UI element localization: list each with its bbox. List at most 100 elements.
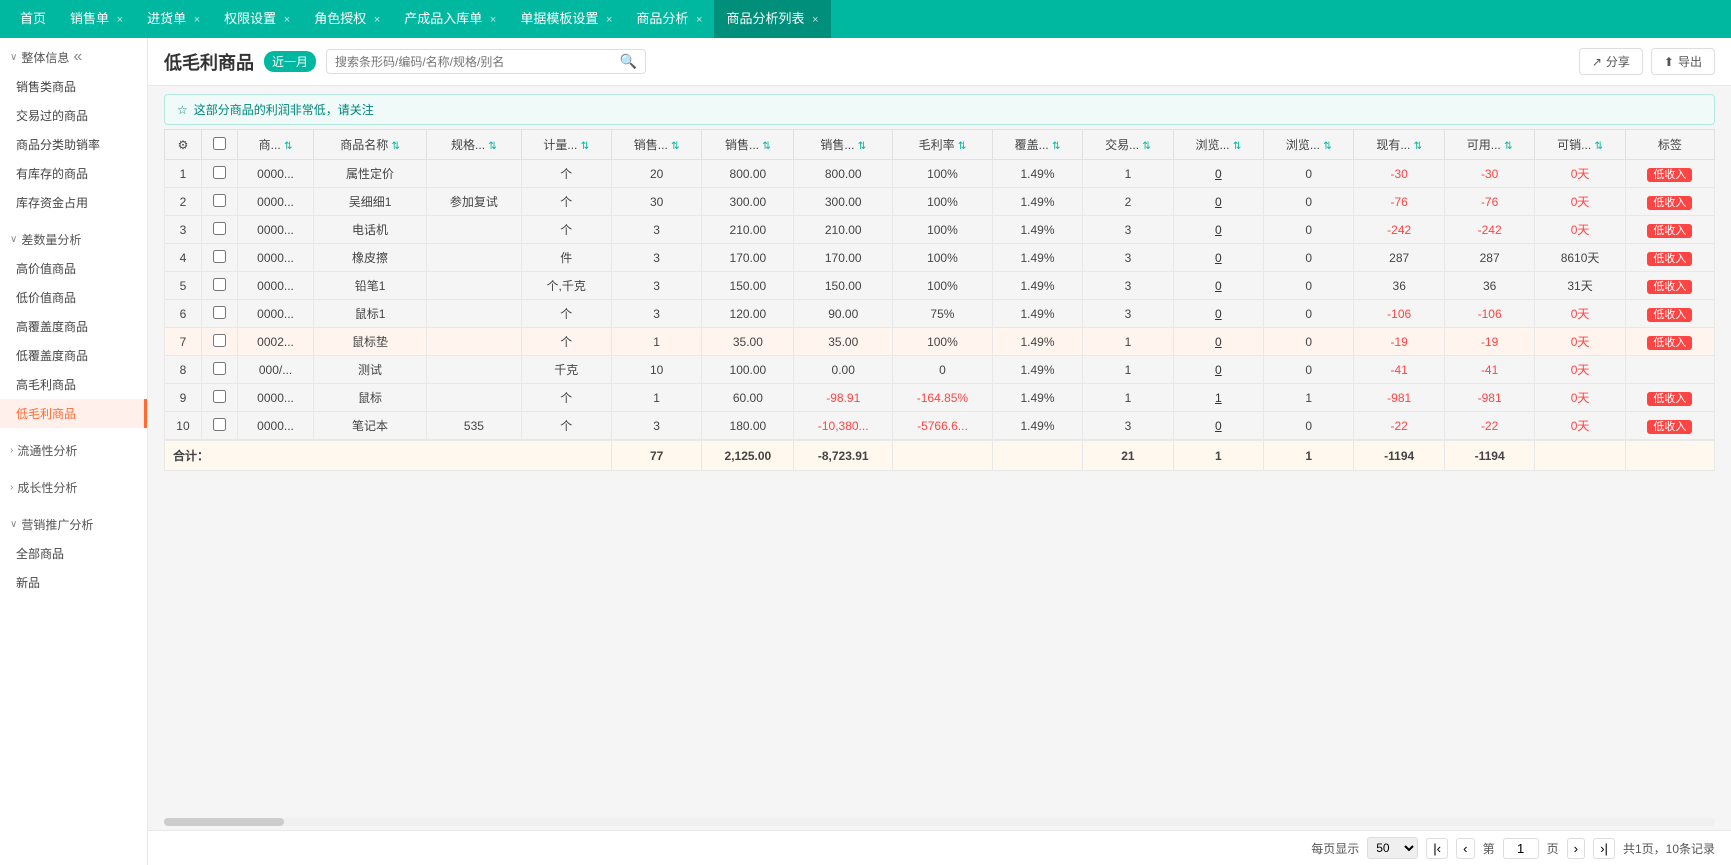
sidebar-group-title-circulation[interactable]: › 流通性分析 bbox=[0, 436, 147, 465]
row-checkbox[interactable] bbox=[201, 216, 237, 244]
last-page-button[interactable]: ›| bbox=[1593, 838, 1615, 859]
col-unit[interactable]: 计量... ⇅ bbox=[521, 130, 611, 160]
views1-link[interactable]: 0 bbox=[1215, 167, 1222, 181]
sidebar-item-high-profit[interactable]: 高毛利商品 bbox=[0, 370, 147, 399]
row-select-checkbox[interactable] bbox=[213, 166, 226, 179]
sidebar-group-title-growth[interactable]: › 成长性分析 bbox=[0, 473, 147, 502]
sidebar-item-category-rate[interactable]: 商品分类助销率 bbox=[0, 130, 147, 159]
nav-permission[interactable]: 权限设置 × bbox=[212, 0, 302, 38]
views1-link[interactable]: 0 bbox=[1215, 335, 1222, 349]
nav-home[interactable]: 首页 bbox=[8, 0, 58, 38]
sidebar-group-title-marketing[interactable]: ∨ 营销推广分析 bbox=[0, 510, 147, 539]
row-select-checkbox[interactable] bbox=[213, 362, 226, 375]
sidebar-item-all-goods[interactable]: 全部商品 bbox=[0, 539, 147, 568]
per-page-select[interactable]: 50 100 200 bbox=[1367, 837, 1418, 859]
close-purchase-icon[interactable]: × bbox=[194, 14, 200, 26]
select-all-checkbox[interactable] bbox=[213, 137, 226, 150]
col-views2[interactable]: 浏览... ⇅ bbox=[1264, 130, 1354, 160]
share-button[interactable]: ↗ 分享 bbox=[1579, 48, 1643, 75]
sidebar-item-low-profit[interactable]: 低毛利商品 bbox=[0, 399, 147, 428]
row-views1[interactable]: 0 bbox=[1173, 188, 1263, 216]
close-permission-icon[interactable]: × bbox=[284, 14, 290, 26]
row-checkbox[interactable] bbox=[201, 244, 237, 272]
views1-link[interactable]: 0 bbox=[1215, 363, 1222, 377]
row-select-checkbox[interactable] bbox=[213, 222, 226, 235]
views1-link[interactable]: 0 bbox=[1215, 195, 1222, 209]
close-goods-analysis-list-icon[interactable]: × bbox=[812, 14, 818, 26]
first-page-button[interactable]: |‹ bbox=[1426, 838, 1448, 859]
date-range-badge[interactable]: 近一月 bbox=[264, 51, 316, 72]
row-select-checkbox[interactable] bbox=[213, 194, 226, 207]
sidebar-item-high-coverage[interactable]: 高覆盖度商品 bbox=[0, 312, 147, 341]
row-views1[interactable]: 0 bbox=[1173, 216, 1263, 244]
col-coverage[interactable]: 覆盖... ⇅ bbox=[992, 130, 1082, 160]
col-code[interactable]: 商... ⇅ bbox=[238, 130, 314, 160]
views1-link[interactable]: 0 bbox=[1215, 419, 1222, 433]
nav-template[interactable]: 单据模板设置 × bbox=[508, 0, 624, 38]
nav-product-entry[interactable]: 产成品入库单 × bbox=[392, 0, 508, 38]
col-current[interactable]: 现有... ⇅ bbox=[1354, 130, 1444, 160]
sidebar-item-low-value[interactable]: 低价值商品 bbox=[0, 283, 147, 312]
row-checkbox[interactable] bbox=[201, 356, 237, 384]
next-page-button[interactable]: › bbox=[1567, 838, 1585, 859]
row-views1[interactable]: 0 bbox=[1173, 244, 1263, 272]
col-spec[interactable]: 规格... ⇅ bbox=[427, 130, 521, 160]
row-select-checkbox[interactable] bbox=[213, 250, 226, 263]
col-transactions[interactable]: 交易... ⇅ bbox=[1083, 130, 1173, 160]
row-select-checkbox[interactable] bbox=[213, 334, 226, 347]
col-sellable[interactable]: 可销... ⇅ bbox=[1535, 130, 1625, 160]
horizontal-scrollbar-thumb[interactable] bbox=[164, 818, 284, 826]
col-name[interactable]: 商品名称 ⇅ bbox=[313, 130, 427, 160]
sidebar-item-high-value[interactable]: 高价值商品 bbox=[0, 254, 147, 283]
row-select-checkbox[interactable] bbox=[213, 278, 226, 291]
search-icon[interactable]: 🔍 bbox=[620, 53, 637, 70]
views1-link[interactable]: 0 bbox=[1215, 223, 1222, 237]
row-views1[interactable]: 1 bbox=[1173, 384, 1263, 412]
row-checkbox[interactable] bbox=[201, 384, 237, 412]
sidebar-item-inventory-capital[interactable]: 库存资金占用 bbox=[0, 188, 147, 217]
sidebar-item-low-coverage[interactable]: 低覆盖度商品 bbox=[0, 341, 147, 370]
nav-role[interactable]: 角色授权 × bbox=[302, 0, 392, 38]
nav-goods-analysis[interactable]: 商品分析 × bbox=[624, 0, 714, 38]
close-sales-icon[interactable]: × bbox=[117, 14, 123, 26]
sidebar-group-title-overview[interactable]: ∨ 整体信息 « bbox=[0, 42, 147, 72]
row-views1[interactable]: 0 bbox=[1173, 412, 1263, 441]
nav-sales[interactable]: 销售单 × bbox=[58, 0, 135, 38]
close-goods-analysis-icon[interactable]: × bbox=[696, 14, 702, 26]
row-checkbox[interactable] bbox=[201, 272, 237, 300]
search-input[interactable] bbox=[335, 55, 620, 69]
sidebar-item-in-stock[interactable]: 有库存的商品 bbox=[0, 159, 147, 188]
row-checkbox[interactable] bbox=[201, 160, 237, 188]
col-views1[interactable]: 浏览... ⇅ bbox=[1173, 130, 1263, 160]
row-checkbox[interactable] bbox=[201, 300, 237, 328]
views1-link[interactable]: 0 bbox=[1215, 307, 1222, 321]
row-views1[interactable]: 0 bbox=[1173, 300, 1263, 328]
nav-purchase[interactable]: 进货单 × bbox=[135, 0, 212, 38]
prev-page-button[interactable]: ‹ bbox=[1456, 838, 1474, 859]
col-available[interactable]: 可用... ⇅ bbox=[1444, 130, 1534, 160]
row-select-checkbox[interactable] bbox=[213, 390, 226, 403]
row-checkbox[interactable] bbox=[201, 328, 237, 356]
horizontal-scrollbar-track[interactable] bbox=[164, 818, 1715, 826]
row-select-checkbox[interactable] bbox=[213, 306, 226, 319]
close-role-icon[interactable]: × bbox=[374, 14, 380, 26]
views1-link[interactable]: 0 bbox=[1215, 251, 1222, 265]
close-template-icon[interactable]: × bbox=[606, 14, 612, 26]
sidebar-item-traded-goods[interactable]: 交易过的商品 bbox=[0, 101, 147, 130]
page-number-input[interactable] bbox=[1503, 838, 1539, 859]
col-gross-rate[interactable]: 毛利率 ⇅ bbox=[893, 130, 993, 160]
col-sale-amount[interactable]: 销售... ⇅ bbox=[702, 130, 794, 160]
close-product-entry-icon[interactable]: × bbox=[490, 14, 496, 26]
export-button[interactable]: ⬆ 导出 bbox=[1651, 48, 1715, 75]
row-checkbox[interactable] bbox=[201, 412, 237, 441]
row-views1[interactable]: 0 bbox=[1173, 160, 1263, 188]
sidebar-item-new-goods[interactable]: 新品 bbox=[0, 568, 147, 597]
row-checkbox[interactable] bbox=[201, 188, 237, 216]
views1-link[interactable]: 0 bbox=[1215, 279, 1222, 293]
nav-goods-analysis-list[interactable]: 商品分析列表 × bbox=[714, 0, 830, 38]
sidebar-group-title-quantity[interactable]: ∨ 差数量分析 bbox=[0, 225, 147, 254]
row-views1[interactable]: 0 bbox=[1173, 272, 1263, 300]
sidebar-item-sales-goods[interactable]: 销售类商品 bbox=[0, 72, 147, 101]
views1-link[interactable]: 1 bbox=[1215, 391, 1222, 405]
col-sale-profit[interactable]: 销售... ⇅ bbox=[794, 130, 893, 160]
